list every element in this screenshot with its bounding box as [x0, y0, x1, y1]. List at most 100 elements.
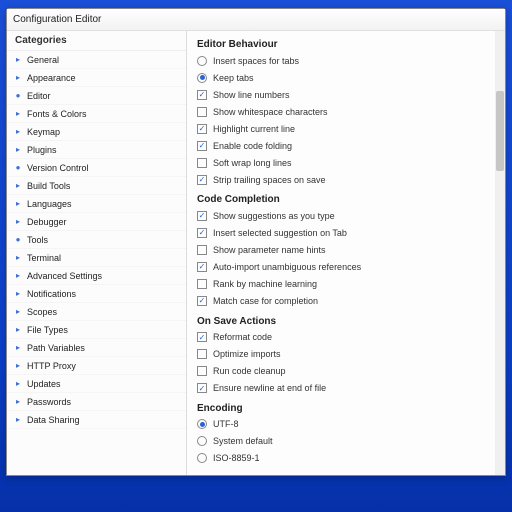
tree-item-label: Editor [27, 91, 180, 101]
window-title: Configuration Editor [13, 14, 101, 25]
chevron-right-icon: ▸ [13, 307, 23, 317]
chevron-right-icon: ▸ [13, 181, 23, 191]
tree-item[interactable]: ▸Fonts & Colors [7, 105, 186, 123]
setting-row[interactable]: System default [187, 433, 505, 450]
setting-row[interactable]: Keep tabs [187, 69, 505, 86]
checkbox-icon[interactable]: ✓ [197, 175, 207, 185]
setting-label: Insert spaces for tabs [213, 56, 495, 66]
setting-label: Rank by machine learning [213, 279, 495, 289]
checkbox-icon[interactable]: ✓ [197, 296, 207, 306]
setting-row[interactable]: ✓ Highlight current line [187, 120, 505, 137]
tree-item[interactable]: ▸Data Sharing [7, 411, 186, 429]
radio-icon[interactable] [197, 436, 207, 446]
tree-item[interactable]: ▸General [7, 51, 186, 69]
radio-icon[interactable] [197, 453, 207, 463]
tree-item-label: Version Control [27, 163, 180, 173]
checkbox-icon[interactable] [197, 279, 207, 289]
scrollbar-thumb[interactable] [496, 91, 504, 171]
setting-row[interactable]: ✓ Reformat code [187, 329, 505, 346]
setting-label: Optimize imports [213, 349, 495, 359]
checkbox-icon[interactable] [197, 366, 207, 376]
checkbox-icon[interactable] [197, 158, 207, 168]
section-onsave-title: On Save Actions [187, 310, 505, 329]
tree-item[interactable]: ●Editor [7, 87, 186, 105]
setting-label: Reformat code [213, 332, 495, 342]
chevron-right-icon: ▸ [13, 217, 23, 227]
setting-label: Highlight current line [213, 124, 495, 134]
setting-row[interactable]: ✓Insert selected suggestion on Tab [187, 224, 505, 241]
bullet-icon: ● [13, 163, 23, 173]
tree-item[interactable]: ●Tools [7, 231, 186, 249]
setting-row[interactable]: Optimize imports [187, 346, 505, 363]
chevron-right-icon: ▸ [13, 325, 23, 335]
categories-header: Categories [7, 31, 186, 51]
setting-label: Enable code folding [213, 141, 495, 151]
setting-row[interactable]: Insert spaces for tabs [187, 52, 505, 69]
setting-row[interactable]: ✓ Enable code folding [187, 137, 505, 154]
tree-item[interactable]: ▸Terminal [7, 249, 186, 267]
setting-row[interactable]: Show parameter name hints [187, 241, 505, 258]
checkbox-icon[interactable]: ✓ [197, 141, 207, 151]
tree-item-label: Fonts & Colors [27, 109, 180, 119]
tree-item[interactable]: ▸ Updates [7, 375, 186, 393]
setting-row[interactable]: ✓Show line numbers [187, 86, 505, 103]
checkbox-icon[interactable]: ✓ [197, 211, 207, 221]
checkbox-icon[interactable] [197, 349, 207, 359]
setting-row[interactable]: Run code cleanup [187, 363, 505, 380]
tree-item[interactable]: ▸Appearance [7, 69, 186, 87]
chevron-right-icon: ▸ [13, 55, 23, 65]
setting-row[interactable]: ✓Match case for completion [187, 292, 505, 309]
setting-row[interactable]: Rank by machine learning [187, 275, 505, 292]
tree-item[interactable]: ▸Languages [7, 195, 186, 213]
tree-item[interactable]: ▸HTTP Proxy [7, 357, 186, 375]
tree-item[interactable]: ▸ Scopes [7, 303, 186, 321]
tree-item[interactable]: ▸File Types [7, 321, 186, 339]
radio-icon[interactable] [197, 419, 207, 429]
tree-item[interactable]: ▸Build Tools [7, 177, 186, 195]
setting-row[interactable]: ✓ Auto-import unambiguous references [187, 258, 505, 275]
checkbox-icon[interactable]: ✓ [197, 90, 207, 100]
checkbox-icon[interactable]: ✓ [197, 332, 207, 342]
checkbox-icon[interactable]: ✓ [197, 262, 207, 272]
setting-label: ISO-8859-1 [213, 453, 495, 463]
chevron-right-icon: ▸ [13, 379, 23, 389]
checkbox-icon[interactable] [197, 107, 207, 117]
tree-item[interactable]: ● Version Control [7, 159, 186, 177]
setting-label: Strip trailing spaces on save [213, 175, 495, 185]
checkbox-icon[interactable]: ✓ [197, 124, 207, 134]
tree-item[interactable]: ▸Passwords [7, 393, 186, 411]
setting-label: Show suggestions as you type [213, 211, 495, 221]
setting-label: Auto-import unambiguous references [213, 262, 495, 272]
checkbox-icon[interactable]: ✓ [197, 228, 207, 238]
setting-row[interactable]: ✓ Show suggestions as you type [187, 207, 505, 224]
tree-item-label: Scopes [27, 307, 180, 317]
setting-label: Soft wrap long lines [213, 158, 495, 168]
tree-item[interactable]: ▸Debugger [7, 213, 186, 231]
setting-row[interactable]: Show whitespace characters [187, 103, 505, 120]
checkbox-icon[interactable]: ✓ [197, 383, 207, 393]
tree-item-label: Terminal [27, 253, 180, 263]
tree-item-label: HTTP Proxy [27, 361, 180, 371]
chevron-right-icon: ▸ [13, 271, 23, 281]
tree-item-label: Updates [27, 379, 180, 389]
radio-icon[interactable] [197, 73, 207, 83]
checkbox-icon[interactable] [197, 245, 207, 255]
setting-row[interactable]: Soft wrap long lines [187, 154, 505, 171]
tree-item[interactable]: ▸ Advanced Settings [7, 267, 186, 285]
tree-item[interactable]: ▸Notifications [7, 285, 186, 303]
setting-row[interactable]: ✓Ensure newline at end of file [187, 380, 505, 397]
tree-item[interactable]: ▸Keymap [7, 123, 186, 141]
chevron-right-icon: ▸ [13, 73, 23, 83]
setting-row[interactable]: ISO-8859-1 [187, 450, 505, 467]
chevron-right-icon: ▸ [13, 397, 23, 407]
setting-row[interactable]: ✓ Strip trailing spaces on save [187, 171, 505, 188]
setting-row[interactable]: UTF-8 [187, 416, 505, 433]
radio-icon[interactable] [197, 56, 207, 66]
setting-label: Keep tabs [213, 73, 495, 83]
tree-item[interactable]: ▸Plugins [7, 141, 186, 159]
scrollbar[interactable] [495, 31, 505, 475]
setting-label: System default [213, 436, 495, 446]
tree-item[interactable]: ▸Path Variables [7, 339, 186, 357]
tree-item-label: Advanced Settings [27, 271, 180, 281]
section-encoding-title: Encoding [187, 397, 505, 416]
